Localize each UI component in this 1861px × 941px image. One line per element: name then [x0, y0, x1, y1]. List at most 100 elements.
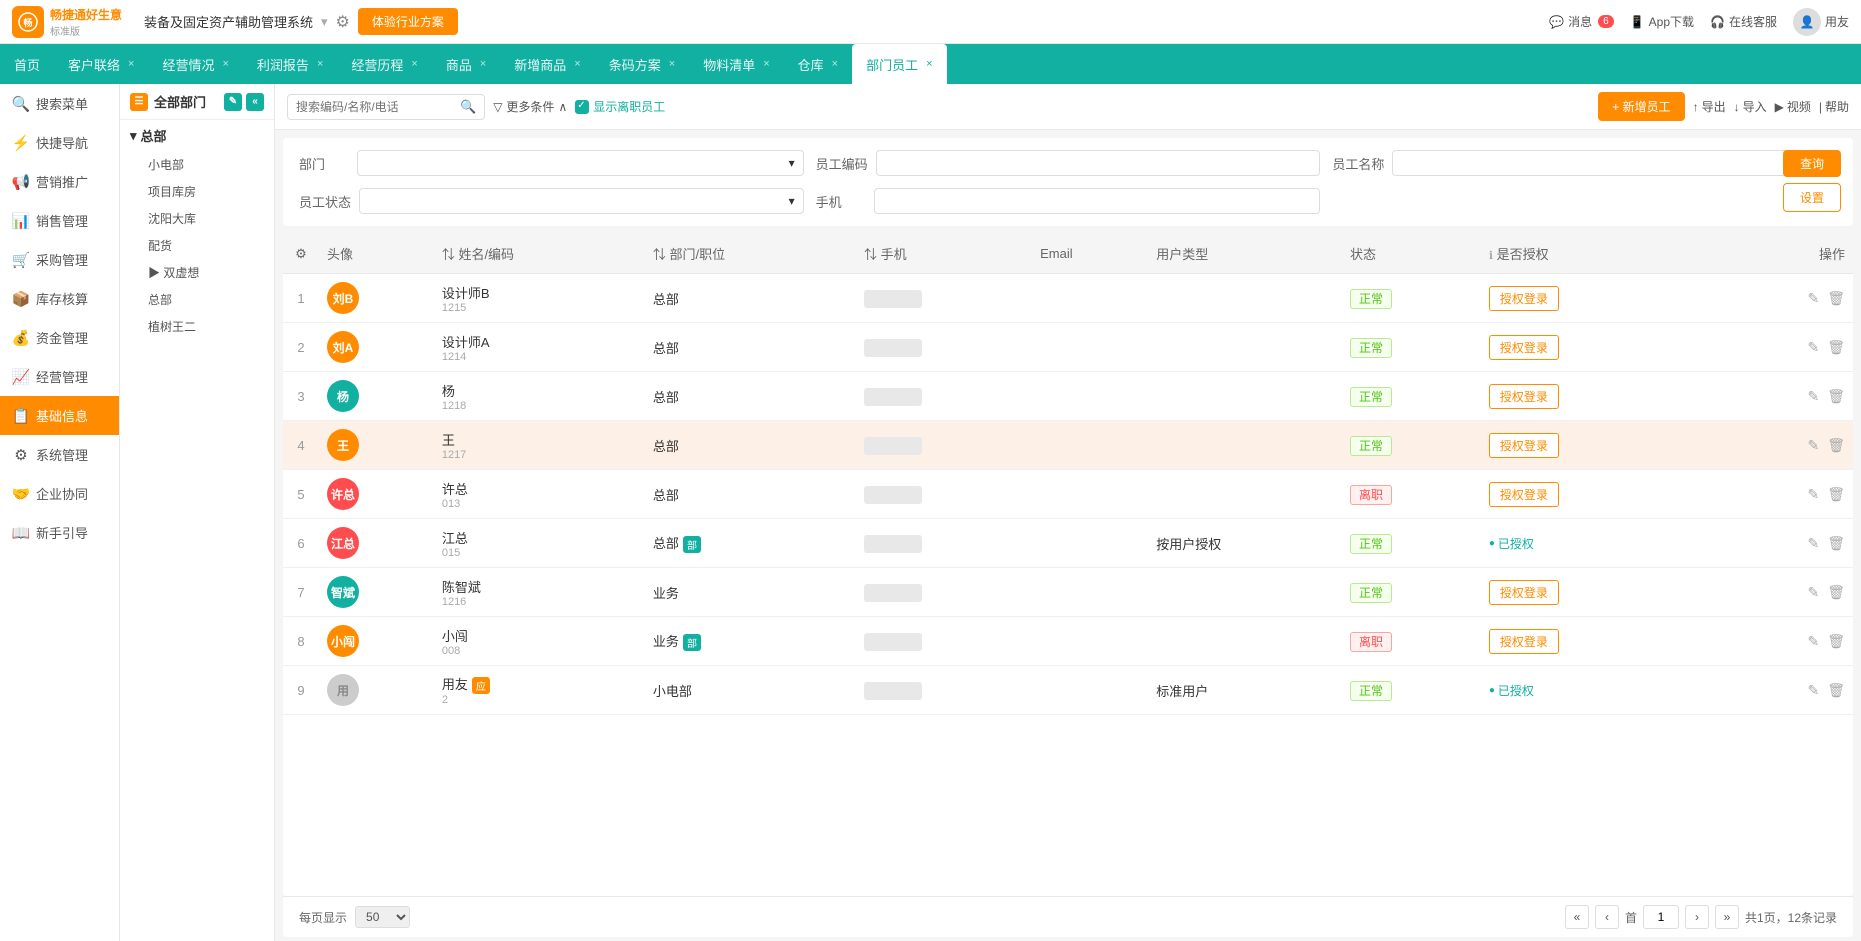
- query-button[interactable]: 查询: [1783, 150, 1841, 177]
- close-icon[interactable]: ×: [574, 58, 580, 70]
- sidebar-item-sales[interactable]: 📊 销售管理: [0, 201, 119, 240]
- tab-warehouse[interactable]: 仓库 ×: [784, 44, 852, 84]
- dept-all-label[interactable]: 全部部门: [154, 92, 206, 111]
- import-btn[interactable]: ↓ 导入: [1734, 98, 1767, 115]
- tab-customer[interactable]: 客户联络 ×: [54, 44, 148, 84]
- delete-icon[interactable]: 🗑: [1827, 535, 1845, 552]
- filter-status-select[interactable]: ▾: [359, 188, 804, 214]
- edit-icon[interactable]: ✎: [1807, 584, 1819, 601]
- delete-icon[interactable]: 🗑: [1827, 486, 1845, 503]
- tab-department[interactable]: 部门员工 ×: [852, 44, 946, 84]
- edit-icon[interactable]: ✎: [1807, 633, 1819, 650]
- sidebar-item-finance[interactable]: 💰 资金管理: [0, 318, 119, 357]
- close-icon[interactable]: ×: [480, 58, 486, 70]
- tab-barcode[interactable]: 条码方案 ×: [595, 44, 689, 84]
- edit-icon[interactable]: ✎: [1807, 290, 1819, 307]
- close-icon[interactable]: ×: [832, 58, 838, 70]
- search-input[interactable]: [296, 100, 456, 114]
- edit-icon[interactable]: ✎: [1807, 437, 1819, 454]
- sidebar-item-mgmt[interactable]: 📈 经营管理: [0, 357, 119, 396]
- tab-home[interactable]: 首页: [0, 44, 54, 84]
- delete-icon[interactable]: 🗑: [1827, 437, 1845, 454]
- filter-name-input[interactable]: [1392, 150, 1837, 176]
- sidebar-item-system[interactable]: ⚙ 系统管理: [0, 435, 119, 474]
- auth-btn[interactable]: 授权登录: [1489, 384, 1559, 409]
- dept-item-zongbu[interactable]: 总部: [120, 286, 274, 313]
- delete-icon[interactable]: 🗑: [1827, 290, 1845, 307]
- dept-item-zhishu[interactable]: 植树王二: [120, 313, 274, 340]
- close-icon[interactable]: ×: [763, 58, 769, 70]
- last-page-btn[interactable]: »: [1715, 905, 1739, 929]
- edit-icon[interactable]: ✎: [1807, 486, 1819, 503]
- sidebar-item-collab[interactable]: 🤝 企业协同: [0, 474, 119, 513]
- close-icon[interactable]: ×: [411, 58, 417, 70]
- add-employee-button[interactable]: + 新增员工: [1598, 92, 1684, 121]
- filter-phone-input[interactable]: [874, 188, 1321, 214]
- delete-icon[interactable]: 🗑: [1827, 682, 1845, 699]
- show-leave-checkbox[interactable]: 显示离职员工: [575, 98, 665, 115]
- dept-edit-btn[interactable]: ✎: [224, 93, 242, 111]
- sidebar-item-guide[interactable]: 📖 新手引导: [0, 513, 119, 552]
- auth-btn[interactable]: 授权登录: [1489, 629, 1559, 654]
- auth-btn[interactable]: 授权登录: [1489, 433, 1559, 458]
- tab-add-goods[interactable]: 新增商品 ×: [500, 44, 594, 84]
- settings-icon[interactable]: ⚙: [336, 12, 350, 32]
- dept-item-peihuo[interactable]: 配货: [120, 232, 274, 259]
- close-icon[interactable]: ×: [669, 58, 675, 70]
- dept-item-xiangmu[interactable]: 项目库房: [120, 178, 274, 205]
- edit-icon[interactable]: ✎: [1807, 682, 1819, 699]
- delete-icon[interactable]: 🗑: [1827, 339, 1845, 356]
- delete-icon[interactable]: 🗑: [1827, 388, 1845, 405]
- tab-profit[interactable]: 利润报告 ×: [243, 44, 337, 84]
- filter-dept-select[interactable]: ▾: [357, 150, 804, 176]
- set-button[interactable]: 设置: [1783, 183, 1841, 212]
- th-phone[interactable]: ⇅ 手机: [856, 234, 1032, 274]
- dept-item-shuangxu[interactable]: ▶ 双虚想: [120, 259, 274, 286]
- tab-operation[interactable]: 经营情况 ×: [148, 44, 242, 84]
- th-name[interactable]: ⇅ 姓名/编码: [434, 234, 645, 274]
- user-menu[interactable]: 👤 用友: [1793, 8, 1849, 36]
- trial-button[interactable]: 体验行业方案: [358, 8, 458, 35]
- help-btn[interactable]: | 帮助: [1819, 98, 1849, 115]
- edit-icon[interactable]: ✎: [1807, 388, 1819, 405]
- close-icon[interactable]: ×: [222, 58, 228, 70]
- message-btn[interactable]: 💬 消息 6: [1549, 13, 1614, 30]
- page-input[interactable]: [1643, 905, 1679, 929]
- search-icon[interactable]: 🔍: [460, 99, 476, 115]
- auth-btn[interactable]: 授权登录: [1489, 286, 1559, 311]
- next-page-btn[interactable]: ›: [1685, 905, 1709, 929]
- tab-goods[interactable]: 商品 ×: [432, 44, 500, 84]
- tab-bom[interactable]: 物料清单 ×: [689, 44, 783, 84]
- auth-btn[interactable]: 授权登录: [1489, 335, 1559, 360]
- first-page-btn[interactable]: «: [1565, 905, 1589, 929]
- dept-item-shenyang[interactable]: 沈阳大库: [120, 205, 274, 232]
- tab-journey[interactable]: 经营历程 ×: [337, 44, 431, 84]
- per-page-select[interactable]: 50 100: [355, 906, 410, 928]
- dept-parent-head[interactable]: ▾ 总部: [120, 120, 274, 151]
- export-btn[interactable]: ↑ 导出: [1693, 98, 1726, 115]
- close-icon[interactable]: ×: [926, 58, 932, 70]
- sidebar-item-quicknav[interactable]: ⚡ 快捷导航: [0, 123, 119, 162]
- delete-icon[interactable]: 🗑: [1827, 633, 1845, 650]
- edit-icon[interactable]: ✎: [1807, 339, 1819, 356]
- sidebar-item-basic[interactable]: 📋 基础信息: [0, 396, 119, 435]
- sidebar-item-purchase[interactable]: 🛒 采购管理: [0, 240, 119, 279]
- auth-btn[interactable]: 授权登录: [1489, 482, 1559, 507]
- dept-item-xiaodibu[interactable]: 小电部: [120, 151, 274, 178]
- sidebar-item-search[interactable]: 🔍 搜索菜单: [0, 84, 119, 123]
- dept-collapse-btn[interactable]: «: [246, 93, 264, 111]
- more-filters-btn[interactable]: ▽ 更多条件 ∧: [493, 98, 567, 115]
- close-icon[interactable]: ×: [128, 58, 134, 70]
- delete-icon[interactable]: 🗑: [1827, 584, 1845, 601]
- online-service-btn[interactable]: 🎧 在线客服: [1710, 13, 1777, 30]
- th-settings[interactable]: ⚙: [283, 234, 319, 274]
- auth-btn[interactable]: 授权登录: [1489, 580, 1559, 605]
- sidebar-item-inventory[interactable]: 📦 库存核算: [0, 279, 119, 318]
- view-btn[interactable]: ▶ 视频: [1775, 98, 1811, 115]
- th-dept[interactable]: ⇅ 部门/职位: [645, 234, 856, 274]
- close-icon[interactable]: ×: [317, 58, 323, 70]
- edit-icon[interactable]: ✎: [1807, 535, 1819, 552]
- app-download-btn[interactable]: 📱 App下载: [1630, 13, 1694, 30]
- prev-page-btn[interactable]: ‹: [1595, 905, 1619, 929]
- sidebar-item-marketing[interactable]: 📢 营销推广: [0, 162, 119, 201]
